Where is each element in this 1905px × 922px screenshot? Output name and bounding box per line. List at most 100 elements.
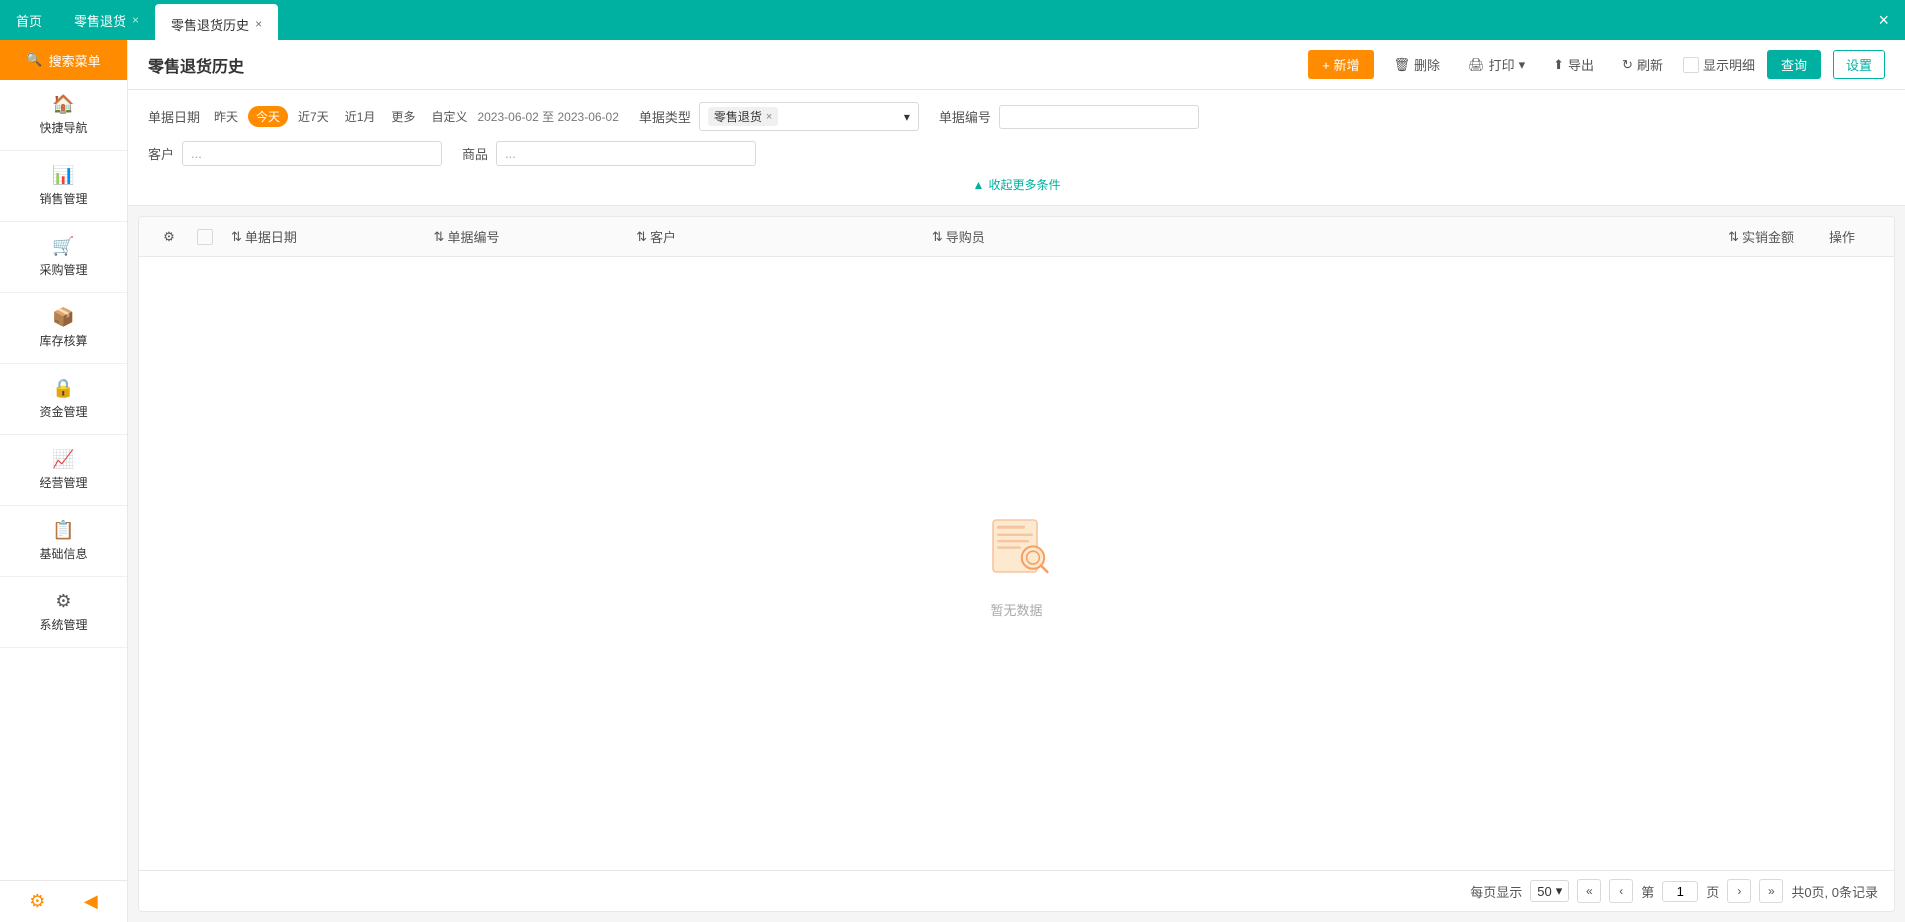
sidebar-item-inventory[interactable]: 📦 库存核算 xyxy=(0,293,127,364)
show-detail-label-text: 显示明细 xyxy=(1703,55,1755,74)
column-settings-button[interactable]: ⚙ xyxy=(159,223,179,251)
th-bill-date-label: 单据日期 xyxy=(245,227,297,246)
query-button[interactable]: 查询 xyxy=(1767,50,1821,79)
bill-type-filter-item: 单据类型 零售退货 × ▾ xyxy=(639,102,919,131)
tab-home[interactable]: 首页 xyxy=(0,0,58,40)
tab-home-label: 首页 xyxy=(16,11,42,30)
goods-placeholder: ... xyxy=(505,146,516,161)
basic-info-label: 基础信息 xyxy=(39,545,87,562)
sidebar-item-sys-mgmt[interactable]: ⚙ 系统管理 xyxy=(0,577,127,648)
tab-retail-return-history[interactable]: 零售退货历史 × xyxy=(155,4,278,44)
th-bill-date-icon: ⇅ xyxy=(231,229,242,245)
tab-retail-return-close[interactable]: × xyxy=(132,13,139,27)
date-range-display: 2023-06-02 至 2023-06-02 xyxy=(477,108,618,125)
date-filter-buttons: 昨天 今天 近7天 近1月 更多 自定义 2023-06-02 至 2023-0… xyxy=(208,106,619,127)
th-settings: ⚙ xyxy=(151,223,187,251)
bill-type-dropdown-icon: ▾ xyxy=(904,110,910,124)
filter-area: 单据日期 昨天 今天 近7天 近1月 更多 自定义 2023-06-02 至 2… xyxy=(128,90,1905,206)
first-page-button[interactable]: « xyxy=(1577,879,1601,903)
bill-type-select[interactable]: 零售退货 × ▾ xyxy=(699,102,919,131)
export-button[interactable]: ⬆ 导出 xyxy=(1545,51,1602,78)
empty-text: 暂无数据 xyxy=(990,600,1042,619)
th-bill-date[interactable]: ⇅ 单据日期 xyxy=(223,227,426,246)
customer-filter-item: 客户 ... xyxy=(148,141,442,166)
page-header: 零售退货历史 + 新增 🗑 删除 🖨 打印 ▾ ⬆ 导出 xyxy=(128,40,1905,90)
th-checkbox xyxy=(187,229,223,245)
new-button[interactable]: + 新增 xyxy=(1308,50,1373,79)
date-btn-today[interactable]: 今天 xyxy=(248,106,288,127)
delete-icon: 🗑 xyxy=(1394,57,1411,73)
date-btn-1month[interactable]: 近1月 xyxy=(339,106,382,127)
th-customer-label: 客户 xyxy=(650,227,676,246)
table-header: ⚙ ⇅ 单据日期 ⇅ 单据编号 ⇅ 客户 ⇅ xyxy=(139,217,1894,257)
last-page-button[interactable]: » xyxy=(1759,879,1783,903)
select-all-checkbox[interactable] xyxy=(197,229,213,245)
th-amount[interactable]: ⇅ 实销金额 xyxy=(1702,227,1802,246)
refresh-button[interactable]: ↻ 刷新 xyxy=(1614,51,1671,78)
sidebar-item-quick-nav[interactable]: 🏠 快捷导航 xyxy=(0,80,127,151)
bill-no-filter-item: 单据编号 xyxy=(939,105,1199,129)
date-btn-yesterday[interactable]: 昨天 xyxy=(208,106,244,127)
date-btn-custom[interactable]: 自定义 xyxy=(425,106,473,127)
page-title: 零售退货历史 xyxy=(148,53,244,77)
show-detail-checkbox[interactable] xyxy=(1683,57,1699,73)
sidebar-item-finance-mgmt[interactable]: 🔒 资金管理 xyxy=(0,364,127,435)
bill-type-tag-close[interactable]: × xyxy=(766,111,772,123)
collapse-label: 收起更多条件 xyxy=(988,176,1060,193)
quick-nav-label: 快捷导航 xyxy=(39,119,87,136)
filter-row-2: 客户 ... 商品 ... xyxy=(148,141,1885,166)
top-tabs: 首页 零售退货 × 零售退货历史 × xyxy=(0,0,1878,40)
empty-icon xyxy=(977,508,1057,588)
goods-label: 商品 xyxy=(462,144,488,163)
finance-mgmt-icon: 🔒 xyxy=(52,378,74,399)
pagination: 每页显示 50 ▾ « ‹ 第 页 › » 共0页, 0条记录 xyxy=(139,870,1894,911)
collapse-sidebar-icon[interactable]: ◀ xyxy=(84,891,98,912)
page-number-input[interactable] xyxy=(1662,881,1698,902)
show-detail-toggle[interactable]: 显示明细 xyxy=(1683,55,1755,74)
search-icon: 🔍 xyxy=(26,52,42,68)
settings-button[interactable]: 设置 xyxy=(1833,50,1885,79)
date-btn-7days[interactable]: 近7天 xyxy=(292,106,335,127)
purchase-mgmt-icon: 🛒 xyxy=(52,236,74,257)
filter-row-1: 单据日期 昨天 今天 近7天 近1月 更多 自定义 2023-06-02 至 2… xyxy=(148,102,1885,131)
print-button[interactable]: 🖨 打印 ▾ xyxy=(1460,51,1533,78)
th-guide[interactable]: ⇅ 导购员 xyxy=(924,227,1127,246)
goods-select[interactable]: ... xyxy=(496,141,756,166)
window-close-button[interactable]: × xyxy=(1878,10,1889,31)
bill-no-input[interactable] xyxy=(999,105,1199,129)
th-bill-no[interactable]: ⇅ 单据编号 xyxy=(426,227,629,246)
sidebar-item-sales-mgmt[interactable]: 📊 销售管理 xyxy=(0,151,127,222)
th-guide-label: 导购员 xyxy=(946,227,985,246)
delete-button[interactable]: 🗑 删除 xyxy=(1386,51,1449,78)
bill-type-tag: 零售退货 × xyxy=(708,107,778,126)
collapse-filter-button[interactable]: ▲ 收起更多条件 xyxy=(973,176,1061,193)
sidebar-items: 🏠 快捷导航 📊 销售管理 🛒 采购管理 📦 库存核算 🔒 资金管理 📈 xyxy=(0,80,127,880)
th-amount-label: 实销金额 xyxy=(1742,227,1794,246)
date-btn-more[interactable]: 更多 xyxy=(385,106,421,127)
page-size-select[interactable]: 50 ▾ xyxy=(1530,880,1569,902)
prev-page-button[interactable]: ‹ xyxy=(1609,879,1633,903)
sidebar-search-button[interactable]: 🔍 搜索菜单 xyxy=(0,40,127,80)
sys-mgmt-icon: ⚙ xyxy=(55,591,71,612)
sidebar-item-purchase-mgmt[interactable]: 🛒 采购管理 xyxy=(0,222,127,293)
next-page-button[interactable]: › xyxy=(1727,879,1751,903)
inventory-icon: 📦 xyxy=(52,307,74,328)
th-customer-icon: ⇅ xyxy=(636,229,647,245)
quick-nav-icon: 🏠 xyxy=(52,94,74,115)
page-size-dropdown-icon: ▾ xyxy=(1556,883,1563,899)
content-area: 零售退货历史 + 新增 🗑 删除 🖨 打印 ▾ ⬆ 导出 xyxy=(128,40,1905,922)
customer-label: 客户 xyxy=(148,144,174,163)
tab-retail-return[interactable]: 零售退货 × xyxy=(58,0,155,40)
tab-retail-return-history-close[interactable]: × xyxy=(255,17,262,31)
th-customer[interactable]: ⇅ 客户 xyxy=(628,227,924,246)
page-size-value: 50 xyxy=(1537,884,1551,899)
sidebar-item-ops-mgmt[interactable]: 📈 经营管理 xyxy=(0,435,127,506)
settings-bottom-icon[interactable]: ⚙ xyxy=(29,891,45,912)
th-action: 操作 xyxy=(1802,227,1882,246)
customer-select[interactable]: ... xyxy=(182,141,442,166)
sidebar-item-basic-info[interactable]: 📋 基础信息 xyxy=(0,506,127,577)
page-suffix: 页 xyxy=(1706,882,1719,901)
refresh-icon: ↻ xyxy=(1622,57,1633,73)
th-action-label: 操作 xyxy=(1829,227,1855,246)
empty-state: 暂无数据 xyxy=(139,257,1894,870)
